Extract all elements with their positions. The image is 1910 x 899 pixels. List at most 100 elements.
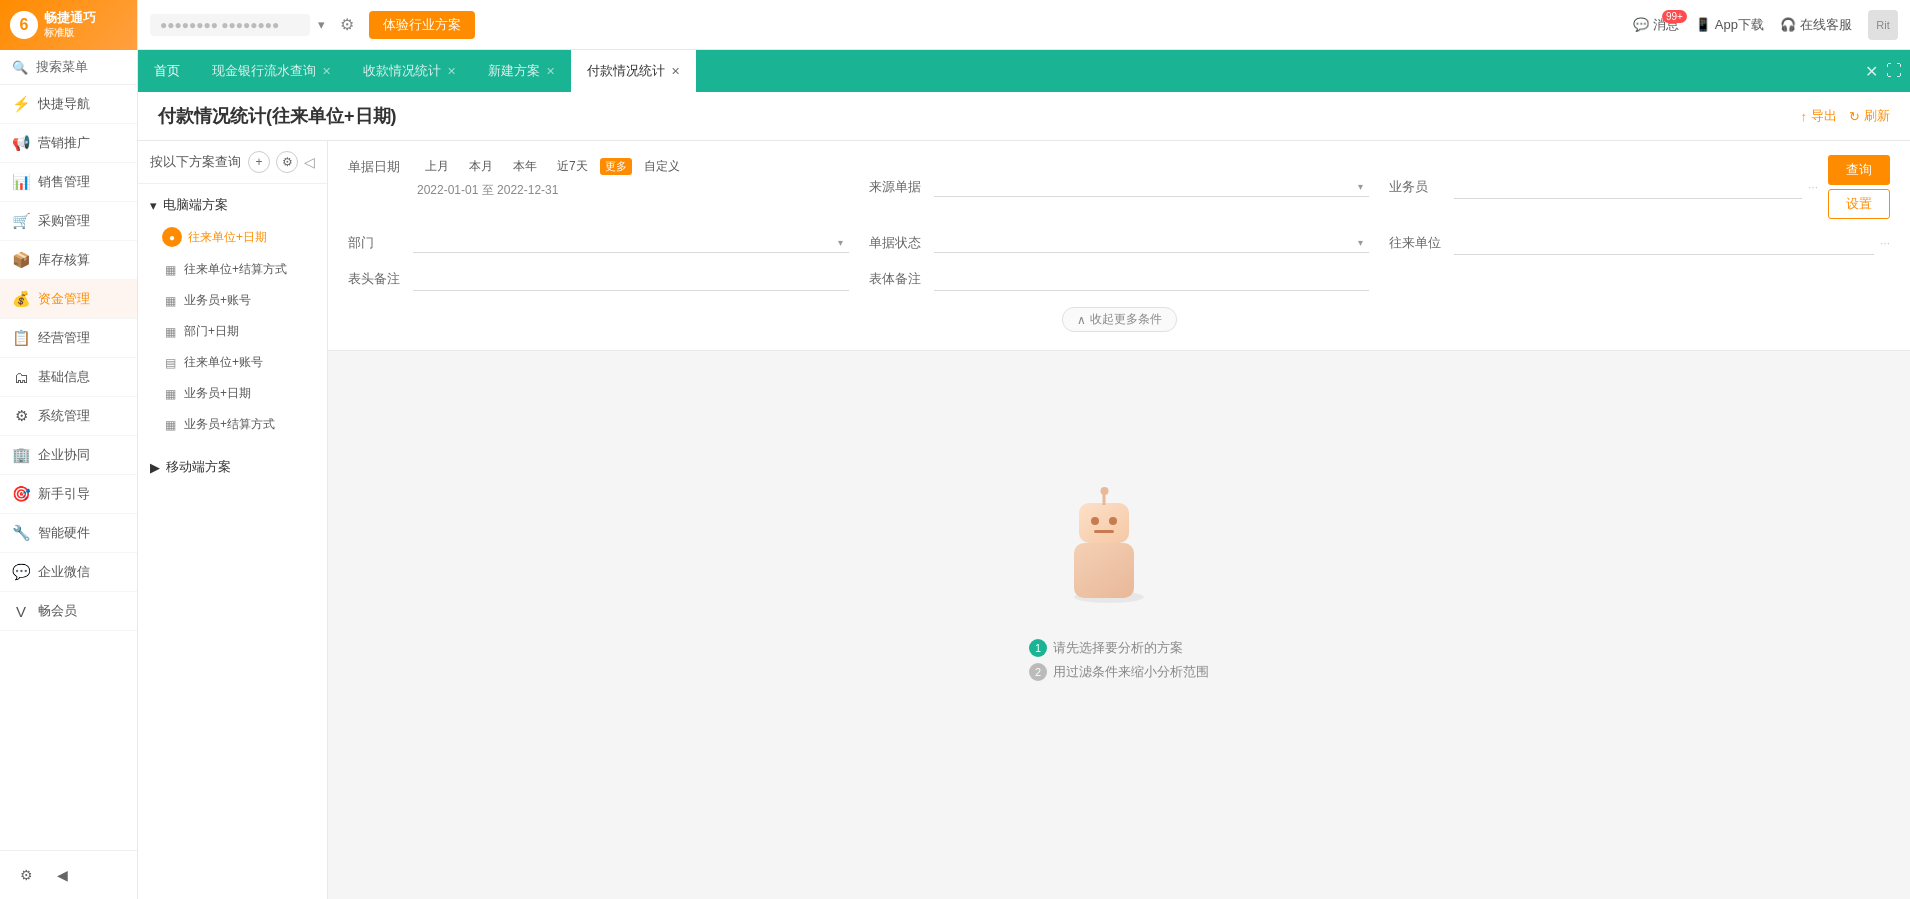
tabbar-right: ✕ ⛶ xyxy=(1865,62,1910,81)
tab-bank[interactable]: 现金银行流水查询 ✕ xyxy=(196,50,347,92)
sidebar-item-inventory[interactable]: 📦 库存核算 xyxy=(0,241,137,280)
export-btn[interactable]: ↑ 导出 xyxy=(1801,107,1838,125)
tab-bank-close[interactable]: ✕ xyxy=(322,65,331,78)
desktop-section-header[interactable]: ▾ 电脑端方案 xyxy=(138,190,327,220)
content-area: 按以下方案查询 + ⚙ ◁ ▾ 电脑端方案 ● xyxy=(138,141,1910,899)
robot-left-eye xyxy=(1091,517,1099,525)
header-note-input[interactable] xyxy=(413,267,849,291)
robot-mouth xyxy=(1094,530,1114,533)
date-btn-this-month[interactable]: 本月 xyxy=(461,155,501,178)
tab-new-scheme[interactable]: 新建方案 ✕ xyxy=(472,50,571,92)
address-dropdown-arrow[interactable]: ▾ xyxy=(318,17,325,32)
date-btn-custom[interactable]: 自定义 xyxy=(636,155,688,178)
scheme-collapse-btn[interactable]: ◁ xyxy=(304,154,315,170)
logo-text-group: 畅捷通巧 标准版 xyxy=(44,10,96,40)
date-label: 单据日期 xyxy=(348,158,413,176)
basic-icon: 🗂 xyxy=(12,368,30,386)
scheme-item-unit-settlement[interactable]: ▦ 往来单位+结算方式 xyxy=(138,254,327,285)
source-select[interactable]: ▾ xyxy=(934,177,1370,197)
dept-select[interactable]: ▾ xyxy=(413,233,849,253)
operation-icon: 📋 xyxy=(12,329,30,347)
desktop-section-arrow: ▾ xyxy=(150,198,157,213)
scheme-item-sales-settlement[interactable]: ▦ 业务员+结算方式 xyxy=(138,409,327,440)
guide-icon: 🎯 xyxy=(12,485,30,503)
tab-new-scheme-close[interactable]: ✕ xyxy=(546,65,555,78)
sidebar-item-guide[interactable]: 🎯 新手引导 xyxy=(0,475,137,514)
empty-tip-2: 2 用过滤条件来缩小分析范围 xyxy=(1029,663,1209,681)
sidebar-item-sales[interactable]: 📊 销售管理 xyxy=(0,163,137,202)
collapse-filter-btn[interactable]: ∧ 收起更多条件 xyxy=(1062,307,1177,332)
refresh-btn[interactable]: ↻ 刷新 xyxy=(1849,107,1890,125)
sidebar-item-system[interactable]: ⚙ 系统管理 xyxy=(0,397,137,436)
app-download-btn[interactable]: 📱 App下载 xyxy=(1695,16,1764,34)
page-content: 付款情况统计(往来单位+日期) ↑ 导出 ↻ 刷新 按以下方案查询 + xyxy=(138,92,1910,899)
mobile-schemes-section: ▶ 移动端方案 xyxy=(138,446,327,488)
dept-select-arrow: ▾ xyxy=(838,237,843,248)
scheme-panel: 按以下方案查询 + ⚙ ◁ ▾ 电脑端方案 ● xyxy=(138,141,328,899)
source-filter-group: 来源单据 ▾ xyxy=(869,155,1370,219)
collapse-sidebar-btn[interactable]: ◀ xyxy=(48,861,76,889)
robot-antenna xyxy=(1103,493,1106,505)
sidebar-item-shortcut[interactable]: ⚡ 快捷导航 xyxy=(0,85,137,124)
settings-bottom-btn[interactable]: ⚙ xyxy=(12,861,40,889)
sidebar-item-marketing[interactable]: 📢 营销推广 xyxy=(0,124,137,163)
robot-head xyxy=(1079,503,1129,543)
tab-receipts-close[interactable]: ✕ xyxy=(447,65,456,78)
body-note-label: 表体备注 xyxy=(869,270,934,288)
tabbar-expand-btn[interactable]: ⛶ xyxy=(1886,62,1902,80)
company-icon: 🏢 xyxy=(12,446,30,464)
date-btn-last-month[interactable]: 上月 xyxy=(417,155,457,178)
topbar-gear-btn[interactable]: ⚙ xyxy=(333,11,361,39)
doc-status-select-arrow: ▾ xyxy=(1358,237,1363,248)
tab-home[interactable]: 首页 xyxy=(138,50,196,92)
filter-results: 单据日期 上月 本月 本年 近7天 更多 自定义 2022-01-01 至 20… xyxy=(328,141,1910,899)
settings-btn[interactable]: 设置 xyxy=(1828,189,1890,219)
messages-btn[interactable]: 💬 消息 99+ xyxy=(1633,16,1679,34)
member-icon: V xyxy=(12,602,30,620)
message-icon: 💬 xyxy=(1633,17,1649,32)
sidebar-item-wechat[interactable]: 💬 企业微信 xyxy=(0,553,137,592)
scheme-item-unit-date[interactable]: ● 往来单位+日期 xyxy=(138,220,327,254)
doc-status-label: 单据状态 xyxy=(869,234,934,252)
date-btn-this-year[interactable]: 本年 xyxy=(505,155,545,178)
scheme-item-sales-date[interactable]: ▦ 业务员+日期 xyxy=(138,378,327,409)
table-icon-2: ▦ xyxy=(162,293,178,309)
query-btn[interactable]: 查询 xyxy=(1828,155,1890,185)
search-menu[interactable]: 🔍 搜索菜单 xyxy=(0,50,137,85)
scheme-item-dept-date[interactable]: ▦ 部门+日期 xyxy=(138,316,327,347)
date-btn-7days[interactable]: 近7天 xyxy=(549,155,596,178)
sidebar: 6 畅捷通巧 标准版 🔍 搜索菜单 ⚡ 快捷导航 📢 营销推广 📊 销售管理 🛒… xyxy=(0,0,138,899)
doc-status-select[interactable]: ▾ xyxy=(934,233,1370,253)
sidebar-item-company[interactable]: 🏢 企业协同 xyxy=(0,436,137,475)
tab-payments-close[interactable]: ✕ xyxy=(671,65,680,78)
dept-filter-group: 部门 ▾ xyxy=(348,231,849,255)
export-icon: ↑ xyxy=(1801,109,1808,124)
filter-row-1: 单据日期 上月 本月 本年 近7天 更多 自定义 2022-01-01 至 20… xyxy=(348,155,1890,219)
user-avatar[interactable]: Rit xyxy=(1868,10,1898,40)
scheme-header: 按以下方案查询 + ⚙ ◁ xyxy=(138,141,327,184)
tab-payments[interactable]: 付款情况统计 ✕ xyxy=(571,50,696,92)
sidebar-item-operation[interactable]: 📋 经营管理 xyxy=(0,319,137,358)
sidebar-item-capital[interactable]: 💰 资金管理 xyxy=(0,280,137,319)
tabbar-close-btn[interactable]: ✕ xyxy=(1865,62,1878,81)
counterparty-input[interactable] xyxy=(1454,231,1874,255)
salesperson-input[interactable] xyxy=(1454,175,1802,199)
scheme-item-unit-account[interactable]: ▤ 往来单位+账号 xyxy=(138,347,327,378)
trial-btn[interactable]: 体验行业方案 xyxy=(369,11,475,39)
tab-receipts[interactable]: 收款情况统计 ✕ xyxy=(347,50,472,92)
filter-panel: 单据日期 上月 本月 本年 近7天 更多 自定义 2022-01-01 至 20… xyxy=(328,141,1910,351)
sidebar-item-purchase[interactable]: 🛒 采购管理 xyxy=(0,202,137,241)
scheme-item-sales-account[interactable]: ▦ 业务员+账号 xyxy=(138,285,327,316)
mobile-section-header[interactable]: ▶ 移动端方案 xyxy=(138,452,327,482)
sidebar-item-member[interactable]: V 畅会员 xyxy=(0,592,137,631)
date-btn-more[interactable]: 更多 xyxy=(600,158,632,175)
robot-body xyxy=(1074,543,1134,598)
address-bar[interactable]: ●●●●●●●● ●●●●●●●● xyxy=(150,14,310,36)
service-btn[interactable]: 🎧 在线客服 xyxy=(1780,16,1852,34)
add-scheme-btn[interactable]: + xyxy=(248,151,270,173)
sidebar-item-hardware[interactable]: 🔧 智能硬件 xyxy=(0,514,137,553)
sidebar-item-basic[interactable]: 🗂 基础信息 xyxy=(0,358,137,397)
refresh-icon: ↻ xyxy=(1849,109,1860,124)
body-note-input[interactable] xyxy=(934,267,1370,291)
scheme-settings-btn[interactable]: ⚙ xyxy=(276,151,298,173)
